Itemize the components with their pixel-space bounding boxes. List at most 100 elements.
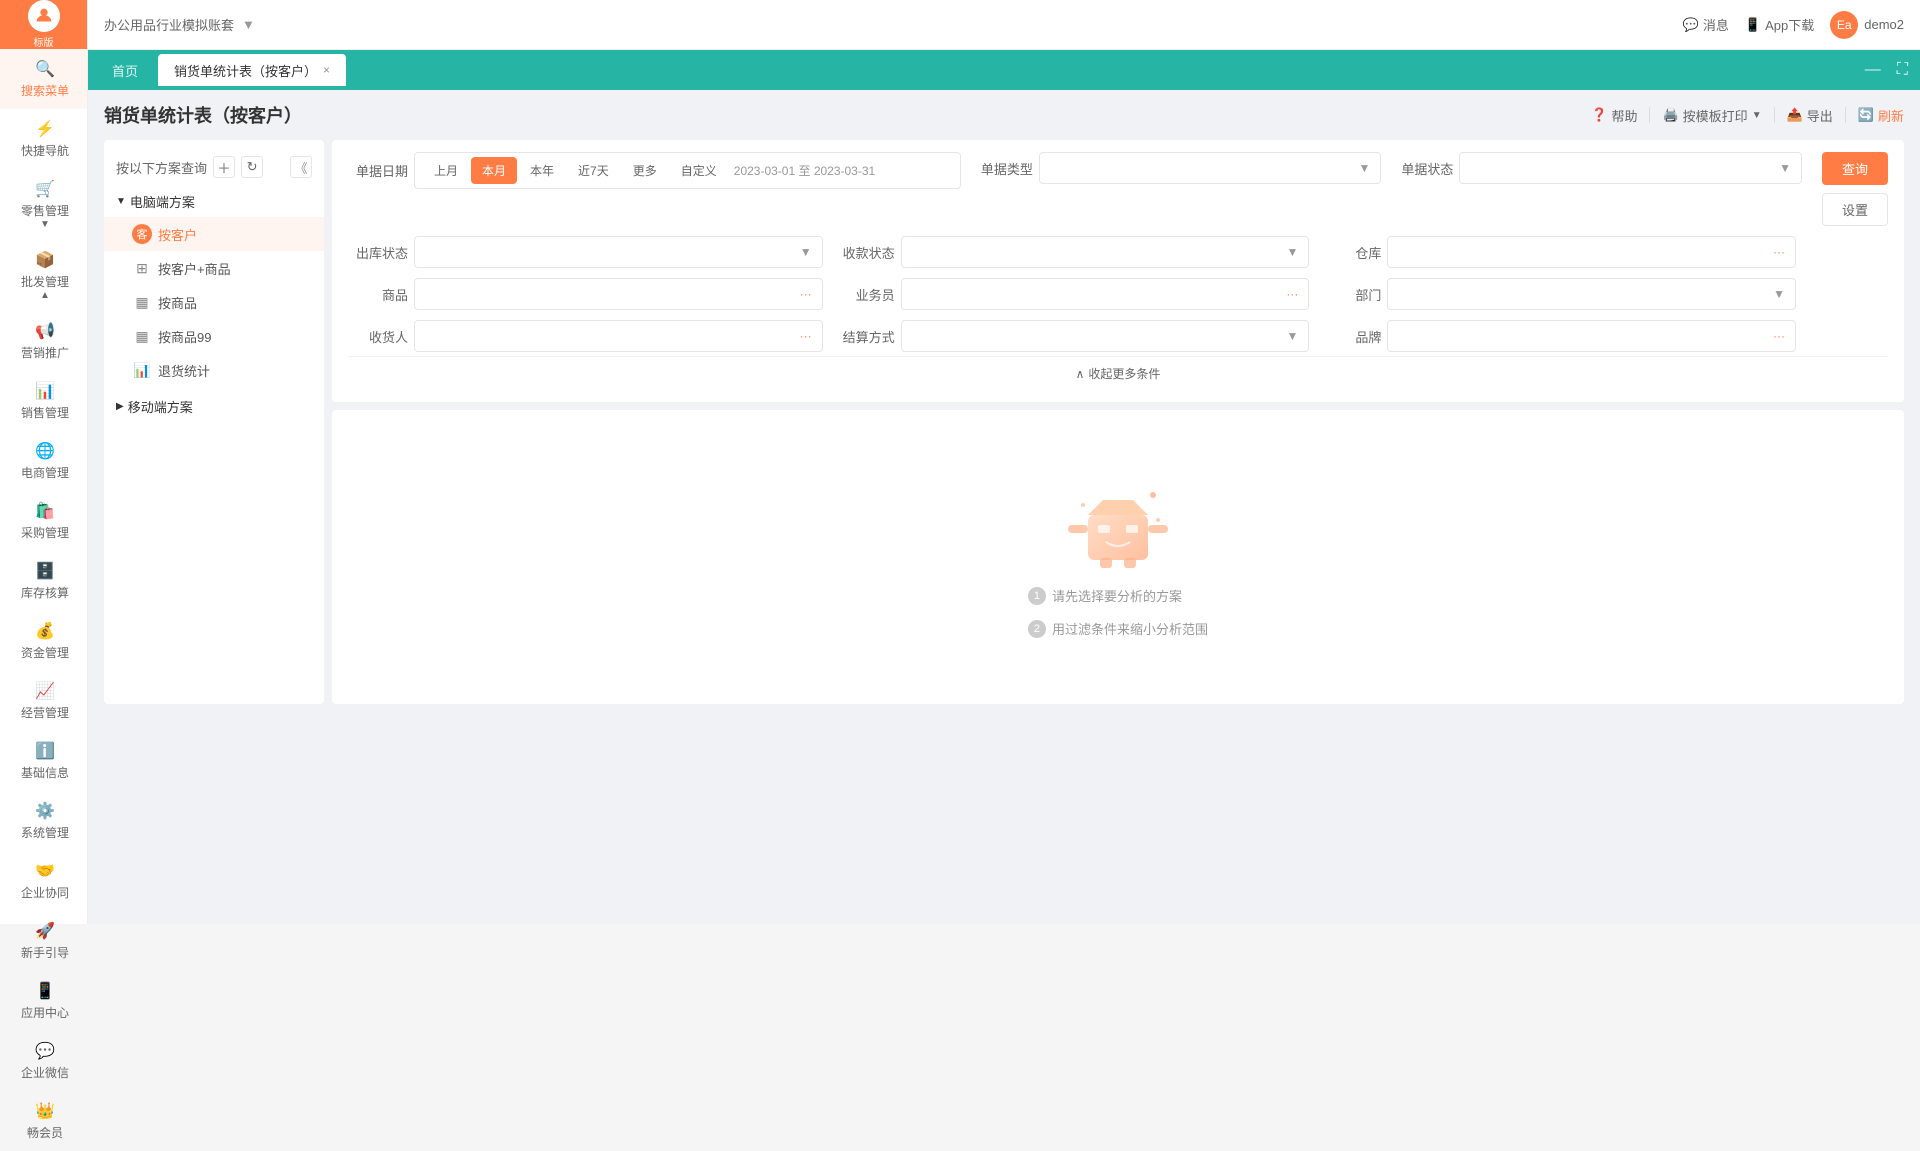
sidebar-item-wechat[interactable]: 💬 企业微信 xyxy=(0,1031,87,1091)
settings-btn[interactable]: 设置 xyxy=(1822,193,1888,226)
filter-form: 单据日期 上月 本月 本年 近7天 更多 自定义 2023-03-01 至 20… xyxy=(332,140,1904,402)
sidebar-item-purchase[interactable]: 🛍️ 采购管理 xyxy=(0,491,87,551)
out-status-control[interactable]: ▼ xyxy=(414,236,823,268)
status-filter-control[interactable]: ▼ xyxy=(1459,152,1802,184)
app-download-btn[interactable]: 📱 App下载 xyxy=(1745,15,1814,34)
sidebar-item-search[interactable]: 🔍 搜索菜单 xyxy=(0,49,87,109)
refresh-btn[interactable]: 🔄 刷新 xyxy=(1858,106,1904,125)
collapse-bar[interactable]: ∧ 收起更多条件 xyxy=(348,356,1888,390)
sidebar-item-ecommerce[interactable]: 🌐 电商管理 xyxy=(0,431,87,491)
sidebar-item-wholesale[interactable]: 📦 批发管理 ▲ xyxy=(0,240,87,311)
print-dropdown-icon[interactable]: ▼ xyxy=(1752,110,1762,121)
divider-1 xyxy=(1649,107,1650,123)
warehouse-group: 仓库 ··· xyxy=(1321,236,1796,268)
top-header-right: 💬 消息 📱 App下载 Ea demo2 xyxy=(1683,11,1904,39)
type-filter-control[interactable]: ▼ xyxy=(1039,152,1382,184)
receiver-group: 收货人 ··· xyxy=(348,320,823,352)
sidebar-item-operations[interactable]: 📈 经营管理 xyxy=(0,671,87,731)
by-goods-label: 按商品 xyxy=(158,293,197,312)
brand-control[interactable]: ··· xyxy=(1387,320,1796,352)
tab-bar: 首页 销货单统计表（按客户） × — ⛶ xyxy=(88,50,1920,90)
sidebar-marketing-label: 营销推广 xyxy=(21,344,69,361)
date-btn-thisyear[interactable]: 本年 xyxy=(519,157,565,184)
tree-item-by-customer-goods[interactable]: ⊞ 按客户+商品 xyxy=(104,251,324,285)
sidebar-item-sales[interactable]: 📊 销售管理 xyxy=(0,371,87,431)
dept-control[interactable]: ▼ xyxy=(1387,278,1796,310)
cooperation-icon: 🤝 xyxy=(35,861,55,881)
export-btn[interactable]: 📤 导出 xyxy=(1787,106,1833,125)
sidebar-item-marketing[interactable]: 📢 营销推广 xyxy=(0,311,87,371)
receiver-more-icon: ··· xyxy=(800,329,812,343)
tree-item-by-customer[interactable]: 客 按客户 xyxy=(104,217,324,251)
sidebar-item-newguide[interactable]: 🚀 新手引导 xyxy=(0,911,87,971)
tree-item-by-goods-99[interactable]: ▦ 按商品99 xyxy=(104,319,324,353)
tab-minimize-icon[interactable]: — xyxy=(1861,59,1885,81)
message-btn[interactable]: 💬 消息 xyxy=(1683,15,1729,34)
mobile-group-label: 移动端方案 xyxy=(128,397,193,416)
sidebar-item-vip[interactable]: 👑 畅会员 xyxy=(0,1091,87,1151)
receive-status-control[interactable]: ▼ xyxy=(901,236,1310,268)
goods-more-icon: ··· xyxy=(800,287,812,301)
sidebar-item-finance[interactable]: 💰 资金管理 xyxy=(0,611,87,671)
sidebar-newguide-label: 新手引导 xyxy=(21,944,69,961)
tab-expand-icon[interactable]: ⛶ xyxy=(1893,59,1912,81)
avatar-text: Ea xyxy=(1837,18,1852,32)
tab-home[interactable]: 首页 xyxy=(96,54,154,86)
user-menu[interactable]: Ea demo2 xyxy=(1830,11,1904,39)
sidebar-wechat-label: 企业微信 xyxy=(21,1064,69,1081)
purchase-icon: 🛍️ xyxy=(35,501,55,521)
goods-label: 商品 xyxy=(348,285,408,304)
type-label: 单据类型 xyxy=(973,159,1033,178)
salesperson-control[interactable]: ··· xyxy=(901,278,1310,310)
sidebar-item-quicknav[interactable]: ⚡ 快捷导航 xyxy=(0,109,87,169)
status-label: 单据状态 xyxy=(1393,159,1453,178)
company-selector-arrow[interactable]: ▼ xyxy=(242,17,255,32)
out-status-group: 出库状态 ▼ xyxy=(348,236,823,268)
settle-control[interactable]: ▼ xyxy=(901,320,1310,352)
desktop-group-header[interactable]: ▼ 电脑端方案 xyxy=(104,186,324,217)
user-label: demo2 xyxy=(1864,17,1904,32)
date-btn-thismonth[interactable]: 本月 xyxy=(471,157,517,184)
warehouse-control[interactable]: ··· xyxy=(1387,236,1796,268)
add-scheme-btn[interactable]: ＋ xyxy=(213,156,235,178)
sidebar-quicknav-label: 快捷导航 xyxy=(21,142,69,159)
tab-close-icon[interactable]: × xyxy=(323,63,330,77)
sidebar-item-appcenter[interactable]: 📱 应用中心 xyxy=(0,971,87,1031)
tree-item-returns[interactable]: 📊 退货统计 xyxy=(104,353,324,387)
date-filter-control[interactable]: 上月 本月 本年 近7天 更多 自定义 2023-03-01 至 2023-03… xyxy=(414,152,961,189)
filter-row-1: 单据日期 上月 本月 本年 近7天 更多 自定义 2023-03-01 至 20… xyxy=(348,152,1888,226)
brand-label: 品牌 xyxy=(1321,327,1381,346)
date-btn-more[interactable]: 更多 xyxy=(622,157,668,184)
top-header: 办公用品行业模拟账套 ▼ 💬 消息 📱 App下载 Ea demo2 xyxy=(88,0,1920,50)
date-btn-custom[interactable]: 自定义 xyxy=(670,157,728,184)
main-area: 办公用品行业模拟账套 ▼ 💬 消息 📱 App下载 Ea demo2 首页 xyxy=(88,0,1920,924)
left-panel-title: 按以下方案查询 xyxy=(116,158,207,177)
salesperson-label: 业务员 xyxy=(835,285,895,304)
mobile-group-header[interactable]: ▶ 移动端方案 xyxy=(104,391,324,422)
goods-control[interactable]: ··· xyxy=(414,278,823,310)
sidebar-item-inventory[interactable]: 🗄️ 库存核算 xyxy=(0,551,87,611)
sidebar-logo: 标版 xyxy=(0,0,87,49)
refresh-scheme-btn[interactable]: ↻ xyxy=(241,156,263,178)
date-btn-7days[interactable]: 近7天 xyxy=(567,157,620,184)
company-selector-label[interactable]: 办公用品行业模拟账套 xyxy=(104,15,234,34)
by-customer-goods-icon: ⊞ xyxy=(132,258,152,278)
sidebar-item-system[interactable]: ⚙️ 系统管理 xyxy=(0,791,87,851)
sidebar-item-basicinfo[interactable]: ℹ️ 基础信息 xyxy=(0,731,87,791)
tab-customer-stats[interactable]: 销货单统计表（按客户） × xyxy=(158,54,346,86)
sidebar-retail-label: 零售管理 xyxy=(21,202,69,219)
query-btn[interactable]: 查询 xyxy=(1822,152,1888,185)
date-btn-lastmonth[interactable]: 上月 xyxy=(423,157,469,184)
sidebar-inventory-label: 库存核算 xyxy=(21,584,69,601)
by-customer-goods-label: 按客户+商品 xyxy=(158,259,231,278)
retail-expand-icon: ▼ xyxy=(40,219,50,230)
logo-text: 标版 xyxy=(34,34,54,49)
collapse-label: 收起更多条件 xyxy=(1088,365,1160,382)
collapse-left-btn[interactable]: 《 xyxy=(290,156,312,178)
sidebar-item-retail[interactable]: 🛒 零售管理 ▼ xyxy=(0,169,87,240)
print-btn[interactable]: 🖨️ 按模板打印 ▼ xyxy=(1662,106,1761,125)
sidebar-item-cooperation[interactable]: 🤝 企业协同 xyxy=(0,851,87,911)
tree-item-by-goods[interactable]: ▦ 按商品 xyxy=(104,285,324,319)
help-btn[interactable]: ❓ 帮助 xyxy=(1591,106,1637,125)
receiver-control[interactable]: ··· xyxy=(414,320,823,352)
